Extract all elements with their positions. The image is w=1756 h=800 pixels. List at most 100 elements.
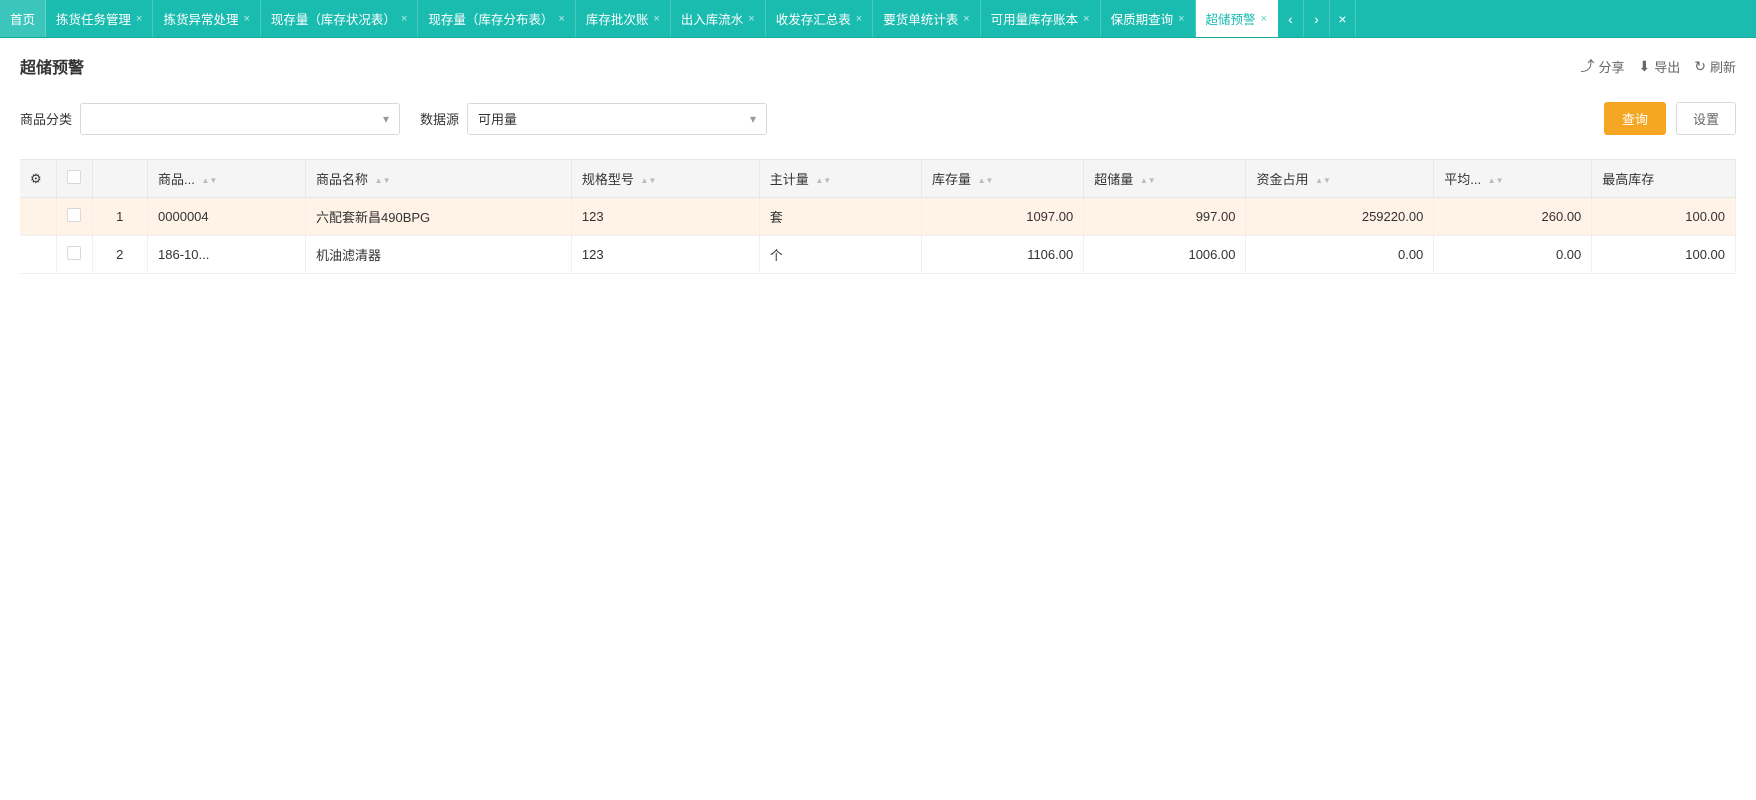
- row-checkbox[interactable]: [67, 246, 81, 260]
- row-stock: 1097.00: [921, 198, 1083, 236]
- sort-icon[interactable]: ▲▼: [1140, 177, 1156, 185]
- row-stock: 1106.00: [921, 236, 1083, 274]
- settings-icon[interactable]: ⚙: [30, 171, 42, 186]
- chevron-down-icon: ▾: [750, 112, 756, 126]
- sort-icon[interactable]: ▲▼: [1315, 177, 1331, 185]
- nav-item-abnormal[interactable]: 拣货异常处理 ×: [153, 0, 260, 37]
- datasource-select[interactable]: 可用量 ▾: [467, 103, 767, 135]
- close-icon[interactable]: ×: [558, 13, 564, 25]
- row-spec: 123: [571, 198, 759, 236]
- table-header-row: ⚙ 商品... ▲▼ 商品名称 ▲▼ 规格型号 ▲▼: [20, 160, 1736, 198]
- share-button[interactable]: ⤴ 分享: [1580, 56, 1624, 76]
- table-row: 2 186-10... 机油滤清器 123 个 1106.00 1006.00 …: [20, 236, 1736, 274]
- datasource-value: 可用量: [478, 109, 517, 128]
- datasource-filter-group: 数据源 可用量 ▾: [420, 103, 767, 135]
- close-icon[interactable]: ×: [748, 13, 754, 25]
- row-capital: 259220.00: [1246, 198, 1434, 236]
- row-overstock: 997.00: [1084, 198, 1246, 236]
- page-title: 超储预警: [20, 54, 84, 78]
- close-icon[interactable]: ×: [1083, 13, 1089, 25]
- nav-item-recv-send[interactable]: 收发存汇总表 ×: [766, 0, 873, 37]
- col-settings: ⚙: [20, 160, 56, 198]
- col-rownum: [92, 160, 148, 198]
- col-overstock: 超储量 ▲▼: [1084, 160, 1246, 198]
- close-icon[interactable]: ×: [401, 13, 407, 25]
- row-checkbox-cell: [56, 236, 92, 274]
- nav-next-arrow[interactable]: ›: [1304, 0, 1330, 37]
- category-select[interactable]: ▾: [80, 103, 400, 135]
- row-unit: 个: [759, 236, 921, 274]
- close-icon[interactable]: ×: [1178, 13, 1184, 25]
- chevron-down-icon: ▾: [383, 112, 389, 126]
- row-avg: 260.00: [1434, 198, 1592, 236]
- close-icon[interactable]: ×: [856, 13, 862, 25]
- col-spec: 规格型号 ▲▼: [571, 160, 759, 198]
- row-goods-code: 0000004: [148, 198, 306, 236]
- export-button[interactable]: ⬇ 导出: [1639, 57, 1681, 76]
- query-button[interactable]: 查询: [1604, 102, 1666, 135]
- sort-icon[interactable]: ▲▼: [1488, 177, 1504, 185]
- close-icon[interactable]: ×: [243, 13, 249, 25]
- col-goods-name: 商品名称 ▲▼: [306, 160, 572, 198]
- close-icon[interactable]: ×: [963, 13, 969, 25]
- nav-item-inout-flow[interactable]: 出入库流水 ×: [671, 0, 766, 37]
- nav-item-avail-stock[interactable]: 可用量库存账本 ×: [981, 0, 1101, 37]
- col-maxstock: 最高库存: [1592, 160, 1736, 198]
- row-number: 2: [92, 236, 148, 274]
- export-icon: ⬇: [1639, 58, 1651, 75]
- row-unit: 套: [759, 198, 921, 236]
- nav-bar: 首页 拣货任务管理 × 拣货异常处理 × 现存量（库存状况表） × 现存量（库存…: [0, 0, 1756, 38]
- page-header: 超储预警 ⤴ 分享 ⬇ 导出 ↻ 刷新: [20, 54, 1736, 78]
- row-spec: 123: [571, 236, 759, 274]
- nav-item-task-mgmt[interactable]: 拣货任务管理 ×: [46, 0, 153, 37]
- header-actions: ⤴ 分享 ⬇ 导出 ↻ 刷新: [1580, 56, 1736, 76]
- nav-item-order-stat[interactable]: 要货单统计表 ×: [873, 0, 980, 37]
- col-unit: 主计量 ▲▼: [759, 160, 921, 198]
- row-overstock: 1006.00: [1084, 236, 1246, 274]
- row-goods-name: 六配套新昌490BPG: [306, 198, 572, 236]
- datasource-label: 数据源: [420, 109, 459, 128]
- table-row: 1 0000004 六配套新昌490BPG 123 套 1097.00 997.…: [20, 198, 1736, 236]
- row-maxstock: 100.00: [1592, 236, 1736, 274]
- refresh-button[interactable]: ↻ 刷新: [1694, 57, 1736, 76]
- row-settings: [20, 236, 56, 274]
- refresh-icon: ↻: [1694, 58, 1706, 75]
- data-table: ⚙ 商品... ▲▼ 商品名称 ▲▼ 规格型号 ▲▼: [20, 159, 1736, 274]
- sort-icon[interactable]: ▲▼: [815, 177, 831, 185]
- col-capital: 资金占用 ▲▼: [1246, 160, 1434, 198]
- row-checkbox-cell: [56, 198, 92, 236]
- nav-item-home[interactable]: 首页: [0, 0, 46, 37]
- close-icon[interactable]: ×: [1261, 13, 1267, 25]
- sort-icon[interactable]: ▲▼: [641, 177, 657, 185]
- sort-icon[interactable]: ▲▼: [202, 177, 218, 185]
- row-goods-name: 机油滤清器: [306, 236, 572, 274]
- nav-item-batch[interactable]: 库存批次账 ×: [576, 0, 671, 37]
- sort-icon[interactable]: ▲▼: [375, 177, 391, 185]
- filter-row: 商品分类 ▾ 数据源 可用量 ▾ 查询 设置: [20, 92, 1736, 145]
- row-settings: [20, 198, 56, 236]
- col-avg: 平均... ▲▼: [1434, 160, 1592, 198]
- nav-item-overstock[interactable]: 超储预警 ×: [1196, 0, 1278, 37]
- nav-prev-arrow[interactable]: ‹: [1278, 0, 1304, 37]
- nav-item-expiry[interactable]: 保质期查询 ×: [1101, 0, 1196, 37]
- sort-icon[interactable]: ▲▼: [978, 177, 994, 185]
- col-goods-code: 商品... ▲▼: [148, 160, 306, 198]
- row-goods-code: 186-10...: [148, 236, 306, 274]
- header-checkbox[interactable]: [67, 170, 81, 184]
- category-filter-group: 商品分类 ▾: [20, 103, 400, 135]
- close-icon[interactable]: ×: [653, 13, 659, 25]
- page-content: 超储预警 ⤴ 分享 ⬇ 导出 ↻ 刷新 商品分类 ▾ 数据源: [0, 38, 1756, 800]
- row-number: 1: [92, 198, 148, 236]
- close-icon[interactable]: ×: [136, 13, 142, 25]
- share-icon: ⤴: [1580, 56, 1594, 76]
- row-checkbox[interactable]: [67, 208, 81, 222]
- col-stock: 库存量 ▲▼: [921, 160, 1083, 198]
- nav-item-stock-dist[interactable]: 现存量（库存分布表） ×: [418, 0, 575, 37]
- nav-item-stock-status[interactable]: 现存量（库存状况表） ×: [261, 0, 418, 37]
- row-capital: 0.00: [1246, 236, 1434, 274]
- nav-close-arrow[interactable]: ×: [1330, 0, 1356, 37]
- col-checkbox: [56, 160, 92, 198]
- settings-button[interactable]: 设置: [1676, 102, 1736, 135]
- row-avg: 0.00: [1434, 236, 1592, 274]
- category-label: 商品分类: [20, 109, 72, 128]
